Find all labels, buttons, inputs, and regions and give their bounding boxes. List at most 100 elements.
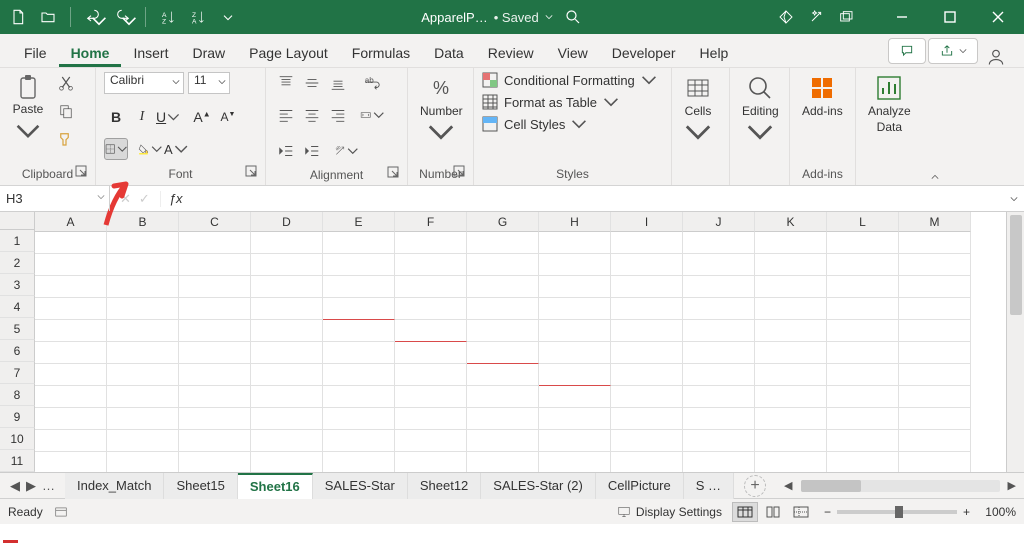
cell[interactable] (827, 408, 899, 430)
borders-button[interactable] (104, 138, 128, 160)
font-size-select[interactable]: 11 (188, 72, 230, 94)
cell[interactable] (683, 298, 755, 320)
cell[interactable] (539, 254, 611, 276)
cell[interactable] (539, 408, 611, 430)
close-button[interactable] (976, 3, 1020, 31)
sheet-tab[interactable]: Sheet15 (164, 473, 237, 499)
row-header[interactable]: 7 (0, 362, 35, 384)
sheet-tab[interactable]: SALES-Star (2) (481, 473, 596, 499)
cell[interactable] (899, 452, 971, 472)
column-header[interactable]: C (179, 212, 251, 232)
cell[interactable] (539, 452, 611, 472)
cell[interactable] (179, 342, 251, 364)
number-dialog-launcher[interactable] (453, 165, 467, 179)
cell[interactable] (827, 254, 899, 276)
cell[interactable] (107, 342, 179, 364)
cell[interactable] (251, 342, 323, 364)
column-header[interactable]: I (611, 212, 683, 232)
cell[interactable] (899, 342, 971, 364)
merge-center-icon[interactable] (360, 104, 384, 126)
row-header[interactable]: 1 (0, 230, 35, 252)
cell[interactable] (539, 276, 611, 298)
cell[interactable] (107, 232, 179, 254)
cell[interactable] (467, 254, 539, 276)
cell[interactable] (755, 452, 827, 472)
cell[interactable] (683, 430, 755, 452)
display-settings-button[interactable]: Display Settings (616, 505, 722, 519)
sheet-tab[interactable]: S … (684, 473, 734, 499)
row-header[interactable]: 2 (0, 252, 35, 274)
cell[interactable] (179, 320, 251, 342)
row-header[interactable]: 5 (0, 318, 35, 340)
cell[interactable] (827, 364, 899, 386)
cell[interactable] (899, 254, 971, 276)
minimize-button[interactable] (880, 3, 924, 31)
cell[interactable] (467, 342, 539, 364)
cell[interactable] (611, 232, 683, 254)
cell[interactable] (611, 320, 683, 342)
cell[interactable] (755, 342, 827, 364)
cell[interactable] (323, 232, 395, 254)
cell[interactable] (179, 386, 251, 408)
tab-insert[interactable]: Insert (121, 38, 180, 67)
row-header[interactable]: 4 (0, 296, 35, 318)
tab-developer[interactable]: Developer (600, 38, 688, 67)
cell[interactable] (35, 320, 107, 342)
cell[interactable] (611, 254, 683, 276)
cell[interactable] (827, 452, 899, 472)
tab-file[interactable]: File (12, 38, 59, 67)
cell[interactable] (179, 452, 251, 472)
cell[interactable] (35, 276, 107, 298)
cell[interactable] (755, 364, 827, 386)
page-layout-view-button[interactable] (760, 502, 786, 522)
normal-view-button[interactable] (732, 502, 758, 522)
cell[interactable] (611, 452, 683, 472)
cell[interactable] (251, 364, 323, 386)
cell[interactable] (35, 298, 107, 320)
font-name-select[interactable]: Calibri (104, 72, 184, 94)
cell[interactable] (179, 232, 251, 254)
new-file-icon[interactable] (4, 3, 32, 31)
cell[interactable] (755, 430, 827, 452)
cell[interactable] (323, 342, 395, 364)
zoom-in-button[interactable]: + (963, 505, 970, 519)
comments-button[interactable] (888, 38, 926, 64)
decrease-font-icon[interactable]: A▼ (216, 106, 240, 128)
row-header[interactable]: 10 (0, 428, 35, 450)
column-header[interactable]: D (251, 212, 323, 232)
cell[interactable] (755, 320, 827, 342)
cell[interactable] (179, 364, 251, 386)
cell[interactable] (251, 254, 323, 276)
name-box[interactable]: H3 (0, 186, 110, 211)
sheet-tab[interactable]: Sheet16 (238, 473, 313, 499)
cell[interactable] (683, 232, 755, 254)
cell[interactable] (107, 298, 179, 320)
cell[interactable] (107, 276, 179, 298)
save-status[interactable]: • Saved (494, 10, 539, 25)
format-painter-icon[interactable] (54, 128, 78, 150)
font-dialog-launcher[interactable] (245, 165, 259, 179)
cell[interactable] (395, 386, 467, 408)
column-header[interactable]: L (827, 212, 899, 232)
cell[interactable] (107, 452, 179, 472)
cell[interactable] (107, 386, 179, 408)
column-header[interactable]: J (683, 212, 755, 232)
analyze-data-button[interactable]: AnalyzeData (864, 72, 915, 136)
cell[interactable] (539, 320, 611, 342)
cell[interactable] (395, 320, 467, 342)
conditional-formatting-button[interactable]: Conditional Formatting (482, 72, 657, 88)
cell[interactable] (35, 430, 107, 452)
align-top-icon[interactable] (274, 72, 298, 94)
clipboard-dialog-launcher[interactable] (75, 165, 89, 179)
align-middle-icon[interactable] (300, 72, 324, 94)
paste-button[interactable]: Paste (8, 72, 48, 146)
cell[interactable] (539, 232, 611, 254)
cell[interactable] (35, 342, 107, 364)
cell[interactable] (251, 408, 323, 430)
chevron-down-icon[interactable] (545, 13, 553, 21)
cell[interactable] (251, 386, 323, 408)
increase-font-icon[interactable]: A▲ (190, 106, 214, 128)
worksheet-grid[interactable]: 1234567891011 ABCDEFGHIJKLM (0, 212, 1024, 472)
cell[interactable] (539, 364, 611, 386)
sheet-tab[interactable]: Sheet12 (408, 473, 481, 499)
